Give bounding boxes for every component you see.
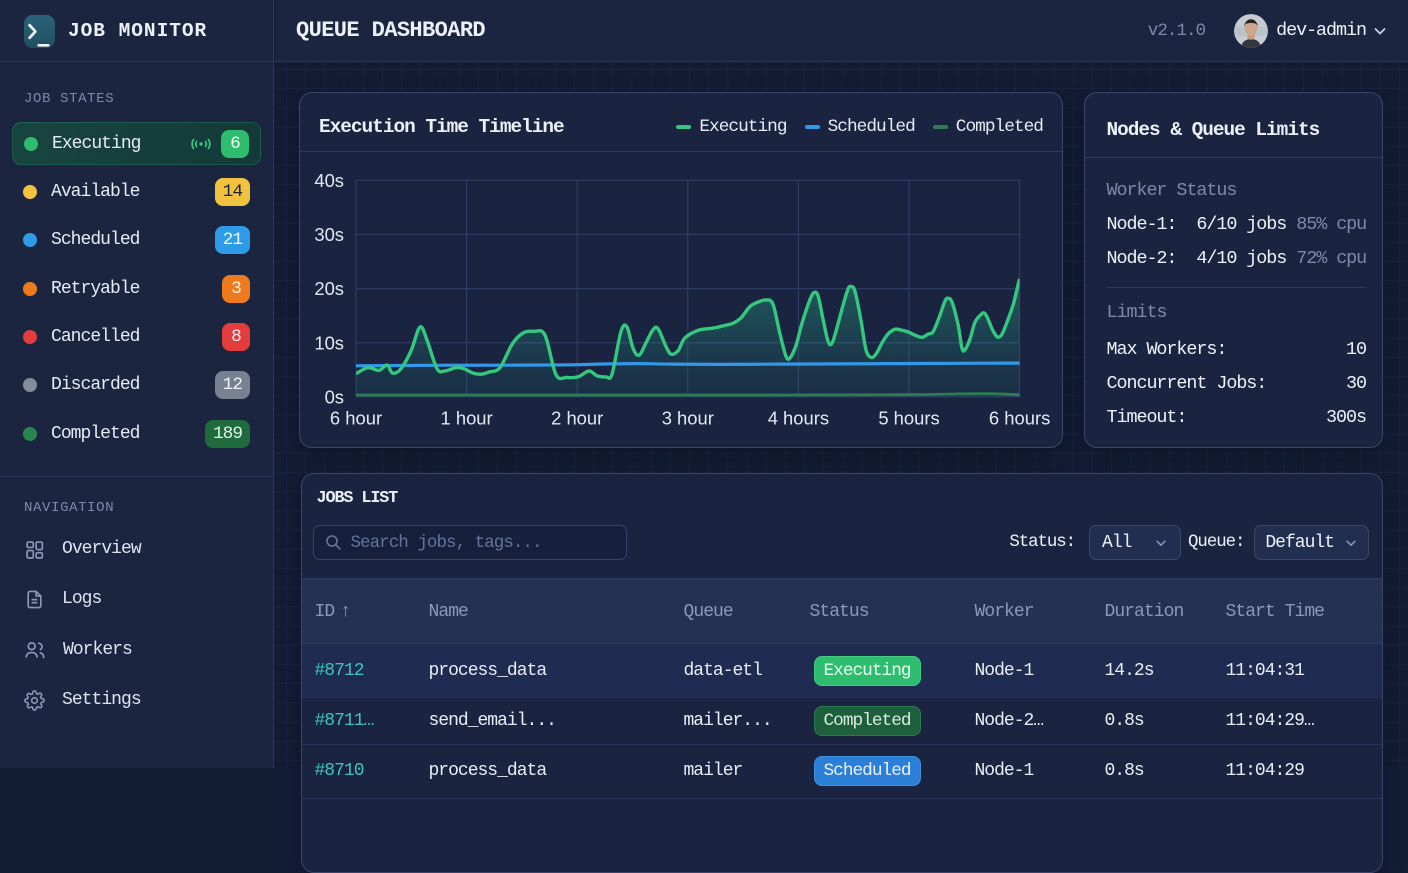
svg-text:1 hour: 1 hour	[441, 408, 493, 429]
svg-text:6 hour: 6 hour	[330, 408, 382, 429]
svg-text:0s: 0s	[325, 386, 344, 407]
svg-text:10s: 10s	[314, 332, 344, 353]
svg-text:4 hours: 4 hours	[768, 408, 829, 429]
svg-text:3 hour: 3 hour	[662, 408, 714, 429]
svg-text:5 hours: 5 hours	[878, 408, 939, 429]
svg-text:40s: 40s	[314, 170, 344, 191]
svg-text:30s: 30s	[314, 224, 344, 245]
svg-text:2 hour: 2 hour	[551, 408, 603, 429]
svg-text:6 hours: 6 hours	[989, 408, 1050, 429]
svg-text:20s: 20s	[314, 278, 344, 299]
